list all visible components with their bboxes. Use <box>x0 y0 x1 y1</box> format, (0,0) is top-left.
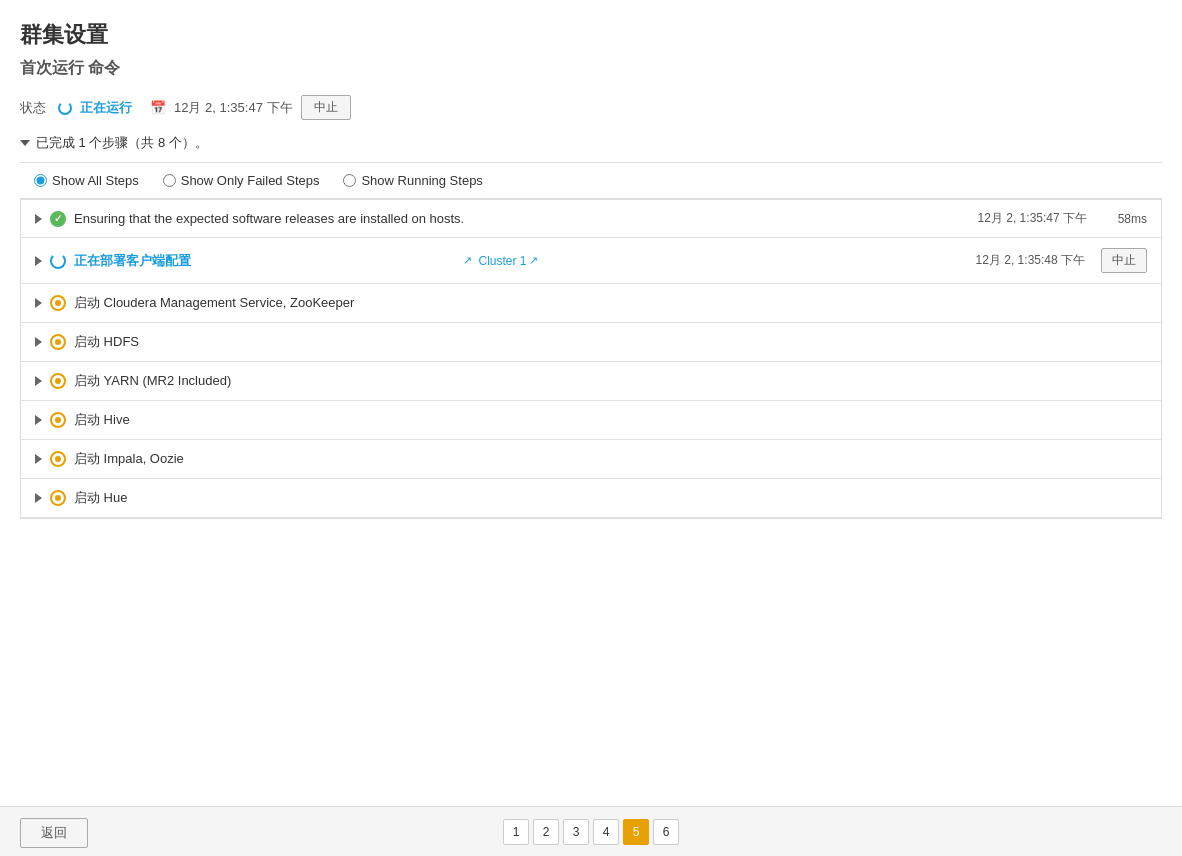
step-pending-icon <box>50 490 66 506</box>
table-row: Ensuring that the expected software rele… <box>21 200 1161 238</box>
expand-arrow-icon[interactable] <box>35 298 42 308</box>
status-running-text: 正在运行 <box>80 99 132 117</box>
status-label: 状态 <box>20 99 46 117</box>
step-pending-icon <box>50 295 66 311</box>
main-abort-button[interactable]: 中止 <box>301 95 351 120</box>
steps-container: Ensuring that the expected software rele… <box>20 199 1162 519</box>
table-row: 启动 YARN (MR2 Included) <box>21 362 1161 401</box>
step-cluster-link[interactable]: Cluster 1 <box>478 254 526 268</box>
expand-arrow-icon[interactable] <box>35 376 42 386</box>
page-subtitle: 首次运行 命令 <box>20 58 1162 79</box>
external-link-icon: ↗ <box>463 254 472 267</box>
status-row: 状态 正在运行 📅 12月 2, 1:35:47 下午 中止 <box>20 95 1162 120</box>
page-button[interactable]: 5 <box>623 819 649 845</box>
expand-arrow-icon[interactable] <box>35 214 42 224</box>
step-label: 启动 Hue <box>74 489 611 507</box>
filter-all-label: Show All Steps <box>52 173 139 188</box>
page-button[interactable]: 3 <box>563 819 589 845</box>
cluster-external-icon: ↗ <box>529 254 538 267</box>
filter-failed-label: Show Only Failed Steps <box>181 173 320 188</box>
steps-summary-text: 已完成 1 个步骤（共 8 个）。 <box>36 134 208 152</box>
filter-show-failed[interactable]: Show Only Failed Steps <box>163 173 320 188</box>
table-row: 启动 Cloudera Management Service, ZooKeepe… <box>21 284 1161 323</box>
step-label: 启动 YARN (MR2 Included) <box>74 372 611 390</box>
step-pending-icon <box>50 334 66 350</box>
expand-arrow-icon[interactable] <box>35 454 42 464</box>
step-label: 启动 HDFS <box>74 333 611 351</box>
filter-running-label: Show Running Steps <box>361 173 482 188</box>
calendar-icon: 📅 <box>150 100 166 115</box>
page-container: 群集设置 首次运行 命令 状态 正在运行 📅 12月 2, 1:35:47 下午… <box>0 0 1182 579</box>
running-spinner-icon <box>58 101 72 115</box>
page-title: 群集设置 <box>20 20 1162 50</box>
step-timestamp: 12月 2, 1:35:47 下午 <box>927 210 1087 227</box>
step-label: 正在部署客户端配置 <box>74 252 461 270</box>
back-button[interactable]: 返回 <box>20 818 88 848</box>
step-label: 启动 Impala, Oozie <box>74 450 611 468</box>
table-row: 启动 Hue <box>21 479 1161 518</box>
page-button[interactable]: 2 <box>533 819 559 845</box>
expand-arrow-icon[interactable] <box>35 256 42 266</box>
step-pending-icon <box>50 451 66 467</box>
step-pending-icon <box>50 373 66 389</box>
status-time: 12月 2, 1:35:47 下午 <box>174 99 293 117</box>
step-label: 启动 Hive <box>74 411 611 429</box>
collapse-icon[interactable] <box>20 140 30 146</box>
filter-failed-radio[interactable] <box>163 174 176 187</box>
steps-summary: 已完成 1 个步骤（共 8 个）。 <box>20 134 1162 152</box>
page-button[interactable]: 1 <box>503 819 529 845</box>
step-pending-icon <box>50 412 66 428</box>
step-timestamp: 12月 2, 1:35:48 下午 <box>925 252 1085 269</box>
step-label: 启动 Cloudera Management Service, ZooKeepe… <box>74 294 611 312</box>
expand-arrow-icon[interactable] <box>35 493 42 503</box>
filter-row: Show All Steps Show Only Failed Steps Sh… <box>20 162 1162 199</box>
filter-running-radio[interactable] <box>343 174 356 187</box>
expand-arrow-icon[interactable] <box>35 337 42 347</box>
step-running-icon <box>50 253 66 269</box>
page-button[interactable]: 6 <box>653 819 679 845</box>
filter-show-running[interactable]: Show Running Steps <box>343 173 482 188</box>
table-row: 启动 HDFS <box>21 323 1161 362</box>
filter-show-all[interactable]: Show All Steps <box>34 173 139 188</box>
page-button[interactable]: 4 <box>593 819 619 845</box>
table-row: 正在部署客户端配置↗Cluster 1↗12月 2, 1:35:48 下午中止 <box>21 238 1161 284</box>
expand-arrow-icon[interactable] <box>35 415 42 425</box>
step-duration: 58ms <box>1087 212 1147 226</box>
step-label: Ensuring that the expected software rele… <box>74 211 501 226</box>
table-row: 启动 Impala, Oozie <box>21 440 1161 479</box>
step-success-icon <box>50 211 66 227</box>
pagination-bar: 123456 <box>0 806 1182 856</box>
table-row: 启动 Hive <box>21 401 1161 440</box>
filter-all-radio[interactable] <box>34 174 47 187</box>
step-abort-button[interactable]: 中止 <box>1101 248 1147 273</box>
